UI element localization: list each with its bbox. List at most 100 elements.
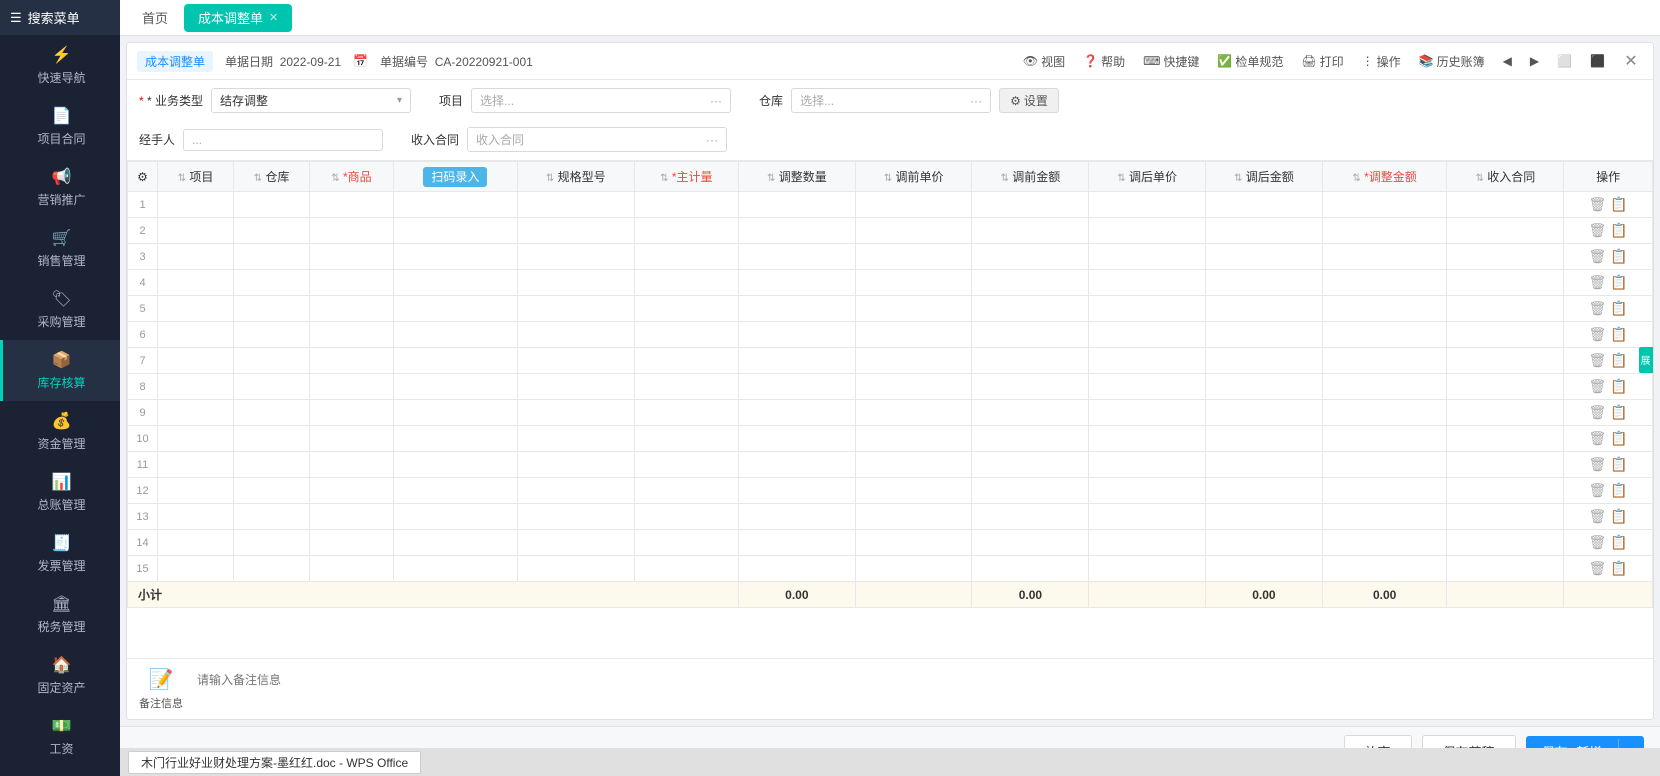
cell-after-amount[interactable] [1206, 426, 1323, 452]
cell-prev-unit-price[interactable] [855, 452, 972, 478]
cell-scan[interactable] [393, 348, 517, 374]
cell-project[interactable] [158, 270, 234, 296]
sidebar-item-fund-management[interactable]: 💰 资金管理 [0, 401, 120, 462]
th-goods[interactable]: ⇅ *商品 [310, 162, 394, 192]
cell-warehouse[interactable] [234, 400, 310, 426]
cell-prev-unit-price[interactable] [855, 348, 972, 374]
cell-goods[interactable] [310, 400, 394, 426]
cell-adj-amount[interactable] [1322, 374, 1447, 400]
cell-prev-unit-price[interactable] [855, 504, 972, 530]
table-row[interactable]: 1 🗑 📋 [128, 192, 1653, 218]
cell-goods[interactable] [310, 504, 394, 530]
cell-prev-amount[interactable] [972, 530, 1089, 556]
cell-adj-qty[interactable] [738, 530, 855, 556]
delete-icon[interactable]: 🗑 [1589, 326, 1607, 343]
table-row[interactable]: 3 🗑 📋 [128, 244, 1653, 270]
cell-prev-unit-price[interactable] [855, 530, 972, 556]
cell-income-contract[interactable] [1447, 504, 1564, 530]
cell-adj-qty[interactable] [738, 322, 855, 348]
cell-project[interactable] [158, 192, 234, 218]
cell-scan[interactable] [393, 504, 517, 530]
taskbar-item[interactable]: 木门行业好业财处理方案-墨红红.doc - WPS Office [128, 751, 421, 774]
cell-scan[interactable] [393, 192, 517, 218]
cell-scan[interactable] [393, 374, 517, 400]
cell-adj-amount[interactable] [1322, 192, 1447, 218]
cell-goods[interactable] [310, 218, 394, 244]
income-contract-input[interactable]: 收入合同 ··· [467, 127, 727, 152]
cell-adj-qty[interactable] [738, 426, 855, 452]
cell-income-contract[interactable] [1447, 296, 1564, 322]
cell-prev-amount[interactable] [972, 244, 1089, 270]
cell-prev-amount[interactable] [972, 478, 1089, 504]
cell-after-amount[interactable] [1206, 348, 1323, 374]
check-order-btn[interactable]: ✅ 检单规范 [1213, 51, 1287, 72]
cell-prev-unit-price[interactable] [855, 374, 972, 400]
cell-income-contract[interactable] [1447, 270, 1564, 296]
cell-warehouse[interactable] [234, 556, 310, 582]
cell-spec[interactable] [517, 322, 634, 348]
copy-icon[interactable]: 📋 [1610, 248, 1627, 265]
th-income-contract[interactable]: ⇅ 收入合同 [1447, 162, 1564, 192]
copy-icon[interactable]: 📋 [1610, 456, 1627, 473]
cell-project[interactable] [158, 452, 234, 478]
th-after-unit-price[interactable]: ⇅ 调后单价 [1089, 162, 1206, 192]
sidebar-item-general-ledger[interactable]: 📊 总账管理 [0, 462, 120, 523]
cell-prev-unit-price[interactable] [855, 426, 972, 452]
cell-adj-qty[interactable] [738, 192, 855, 218]
cell-prev-unit-price[interactable] [855, 218, 972, 244]
cell-after-amount[interactable] [1206, 452, 1323, 478]
cell-after-unit-price[interactable] [1089, 296, 1206, 322]
th-after-amount[interactable]: ⇅ 调后金额 [1206, 162, 1323, 192]
cell-after-unit-price[interactable] [1089, 478, 1206, 504]
cell-goods[interactable] [310, 556, 394, 582]
cell-after-amount[interactable] [1206, 556, 1323, 582]
cell-scan[interactable] [393, 322, 517, 348]
cell-income-contract[interactable] [1447, 452, 1564, 478]
cell-goods[interactable] [310, 530, 394, 556]
copy-icon[interactable]: 📋 [1610, 274, 1627, 291]
cell-adj-amount[interactable] [1322, 218, 1447, 244]
cell-prev-unit-price[interactable] [855, 556, 972, 582]
cell-prev-unit-price[interactable] [855, 296, 972, 322]
cell-income-contract[interactable] [1447, 322, 1564, 348]
copy-icon[interactable]: 📋 [1610, 326, 1627, 343]
th-warehouse[interactable]: ⇅ 仓库 [234, 162, 310, 192]
cell-prev-unit-price[interactable] [855, 244, 972, 270]
project-input[interactable]: 选择... ··· [471, 88, 731, 113]
cell-warehouse[interactable] [234, 478, 310, 504]
cell-goods[interactable] [310, 452, 394, 478]
cell-after-amount[interactable] [1206, 504, 1323, 530]
cell-after-unit-price[interactable] [1089, 218, 1206, 244]
cell-prev-amount[interactable] [972, 400, 1089, 426]
table-row[interactable]: 4 🗑 📋 [128, 270, 1653, 296]
delete-icon[interactable]: 🗑 [1589, 534, 1607, 551]
tab-cost-adjustment[interactable]: 成本调整单 ✕ [184, 4, 292, 32]
th-prev-amount[interactable]: ⇅ 调前金额 [972, 162, 1089, 192]
cell-prev-amount[interactable] [972, 192, 1089, 218]
cell-adj-qty[interactable] [738, 400, 855, 426]
cell-adj-amount[interactable] [1322, 348, 1447, 374]
cell-prev-unit-price[interactable] [855, 400, 972, 426]
cell-adj-qty[interactable] [738, 452, 855, 478]
cell-prev-amount[interactable] [972, 504, 1089, 530]
cell-goods[interactable] [310, 426, 394, 452]
copy-icon[interactable]: 📋 [1610, 352, 1627, 369]
cell-after-amount[interactable] [1206, 374, 1323, 400]
cell-after-unit-price[interactable] [1089, 192, 1206, 218]
cell-adj-amount[interactable] [1322, 530, 1447, 556]
cell-adj-amount[interactable] [1322, 400, 1447, 426]
notes-input[interactable] [193, 667, 1641, 707]
cell-project[interactable] [158, 530, 234, 556]
cell-warehouse[interactable] [234, 374, 310, 400]
cell-adj-qty[interactable] [738, 244, 855, 270]
cell-after-amount[interactable] [1206, 218, 1323, 244]
business-type-input[interactable]: 结存调整 ▾ [211, 88, 411, 113]
cell-adj-amount[interactable] [1322, 296, 1447, 322]
copy-icon[interactable]: 📋 [1610, 300, 1627, 317]
copy-icon[interactable]: 📋 [1610, 196, 1627, 213]
sidebar-item-payroll[interactable]: 💵 工资 [0, 706, 120, 767]
delete-icon[interactable]: 🗑 [1589, 248, 1607, 265]
cell-warehouse[interactable] [234, 244, 310, 270]
cell-after-unit-price[interactable] [1089, 244, 1206, 270]
cell-unit[interactable] [634, 192, 738, 218]
